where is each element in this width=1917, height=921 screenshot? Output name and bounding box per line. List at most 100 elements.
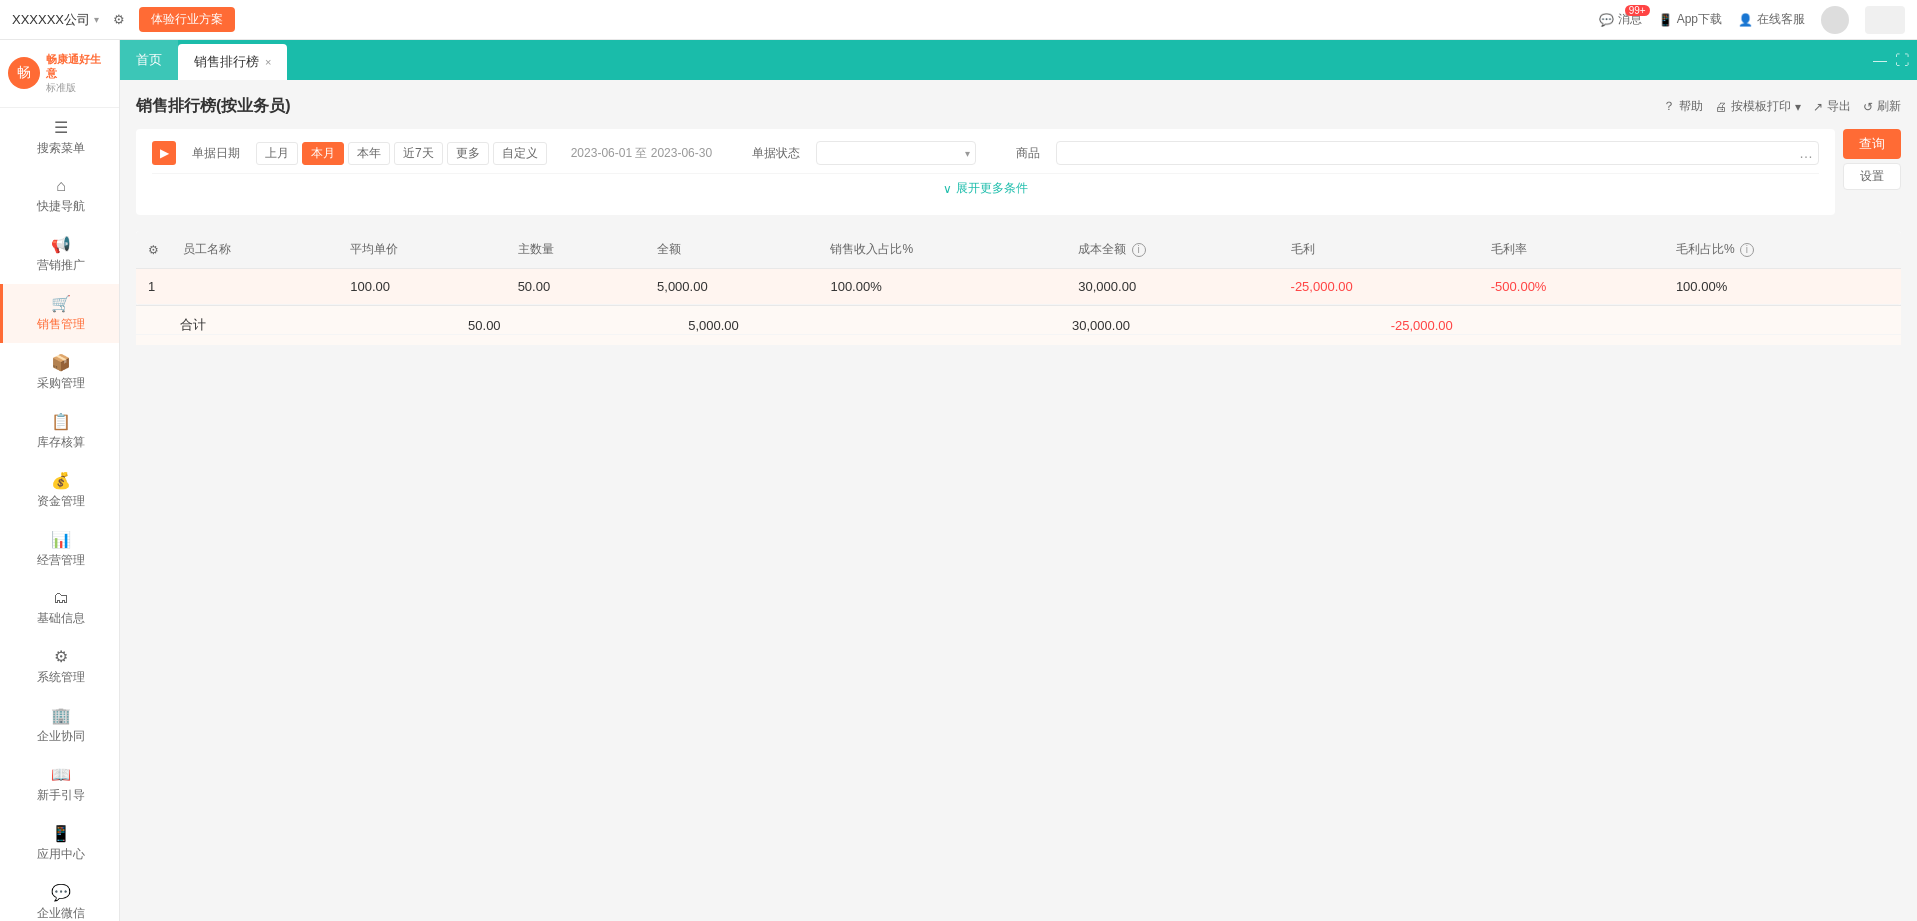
print-button[interactable]: 🖨 按模板打印 ▾ <box>1715 98 1801 115</box>
tab-sales-ranking[interactable]: 销售排行榜 × <box>178 44 287 80</box>
gross-value: -25,000.00 <box>1291 279 1353 294</box>
operations-icon: 📊 <box>51 530 71 549</box>
filter-collapse-button[interactable]: ▶ <box>152 141 176 165</box>
export-button[interactable]: ↗ 导出 <box>1813 98 1851 115</box>
logo-line1: 畅康通好生意 <box>46 52 111 81</box>
total-sales-pct <box>967 316 1060 335</box>
app-download-label: App下载 <box>1677 11 1722 28</box>
tab-home[interactable]: 首页 <box>120 40 178 80</box>
table-row: 1 100.00 50.00 5,000.00 100.00% 30,000.0… <box>136 269 1901 305</box>
finance-icon: 💰 <box>51 471 71 490</box>
sidebar-item-system[interactable]: ⚙ 系统管理 <box>0 637 119 696</box>
date-btn-this-year[interactable]: 本年 <box>348 142 390 165</box>
print-icon: 🖨 <box>1715 100 1727 114</box>
company-selector[interactable]: XXXXXX公司 ▾ <box>12 11 99 29</box>
system-icon: ⚙ <box>54 647 68 666</box>
sidebar-item-label-app: 应用中心 <box>37 846 85 863</box>
expand-more-label: 展开更多条件 <box>956 180 1028 197</box>
avg-price-value: 100.00 <box>350 279 390 294</box>
rank-value: 1 <box>148 279 155 294</box>
status-select-wrap: ▾ <box>816 141 976 165</box>
sidebar-item-sales[interactable]: 🛒 销售管理 <box>0 284 119 343</box>
cell-main-qty: 50.00 <box>506 269 645 305</box>
message-button[interactable]: 💬 消息 99+ <box>1599 11 1642 28</box>
th-name: 员工名称 <box>171 231 338 269</box>
main-layout: 畅 畅康通好生意 标准版 ☰ 搜索菜单 ⌂ 快捷导航 📢 营销推广 🛒 销售管理… <box>0 40 1917 921</box>
sidebar-item-app-center[interactable]: 📱 应用中心 <box>0 814 119 873</box>
marketing-icon: 📢 <box>51 235 71 254</box>
settings-icon[interactable]: ⚙ <box>107 8 131 32</box>
online-service-button[interactable]: 👤 在线客服 <box>1738 11 1805 28</box>
total-gross-pct <box>1808 316 1901 335</box>
page-title: 销售排行榜(按业务员) <box>136 96 291 117</box>
sidebar-item-label-finance: 资金管理 <box>37 493 85 510</box>
total-table-row: 合计 50.00 5,000.00 30,000.00 -25,000.00 <box>136 316 1901 335</box>
sidebar-item-quick-nav[interactable]: ⌂ 快捷导航 <box>0 167 119 225</box>
date-btn-last-month[interactable]: 上月 <box>256 142 298 165</box>
tab-minimize-icon[interactable]: — <box>1873 52 1887 68</box>
th-main-qty-label: 主数量 <box>518 242 554 256</box>
filter-row-1: ▶ 单据日期 上月 本月 本年 近7天 更多 自定义 2023-06-01 至 … <box>152 141 1819 165</box>
date-btn-7days[interactable]: 近7天 <box>394 142 443 165</box>
expand-chevron-icon: ∨ <box>943 182 952 196</box>
total-gross-value: -25,000.00 <box>1391 318 1453 333</box>
trial-button[interactable]: 体验行业方案 <box>139 7 235 32</box>
total-amount-value: 5,000.00 <box>688 318 739 333</box>
cost-info-icon[interactable]: i <box>1132 243 1146 257</box>
sidebar-item-guide[interactable]: 📖 新手引导 <box>0 755 119 814</box>
total-gross-rate <box>1714 316 1807 335</box>
setting-button[interactable]: 设置 <box>1843 163 1901 190</box>
sidebar-item-operations[interactable]: 📊 经营管理 <box>0 520 119 579</box>
app-center-icon: 📱 <box>51 824 71 843</box>
sidebar-item-enterprise[interactable]: 🏢 企业协同 <box>0 696 119 755</box>
sidebar-item-finance[interactable]: 💰 资金管理 <box>0 461 119 520</box>
th-cost: 成本全额 i <box>1066 231 1278 269</box>
user-name-area[interactable] <box>1865 6 1905 34</box>
sidebar-item-label-enterprise: 企业协同 <box>37 728 85 745</box>
sidebar-item-search-orders[interactable]: ☰ 搜索菜单 <box>0 108 119 167</box>
status-select[interactable] <box>816 141 976 165</box>
date-label: 单据日期 <box>192 145 240 162</box>
gross-pct-value: 100.00% <box>1676 279 1727 294</box>
filter-panel: ▶ 单据日期 上月 本月 本年 近7天 更多 自定义 2023-06-01 至 … <box>136 129 1835 215</box>
sidebar-item-label-search: 搜索菜单 <box>37 140 85 157</box>
enterprise-icon: 🏢 <box>51 706 71 725</box>
logo-sub: 标准版 <box>46 81 111 95</box>
tab-close-icon[interactable]: × <box>265 56 271 68</box>
gross-pct-info-icon[interactable]: i <box>1740 243 1754 257</box>
help-button[interactable]: ？ 帮助 <box>1663 98 1703 115</box>
app-icon: 📱 <box>1658 13 1673 27</box>
th-amount-label: 全额 <box>657 242 681 256</box>
goods-ellipsis[interactable]: … <box>1799 145 1813 161</box>
date-buttons: 上月 本月 本年 近7天 更多 自定义 <box>256 142 547 165</box>
online-service-label: 在线客服 <box>1757 11 1805 28</box>
sidebar-item-inventory[interactable]: 📋 库存核算 <box>0 402 119 461</box>
avatar[interactable] <box>1821 6 1849 34</box>
top-bar: XXXXXX公司 ▾ ⚙ 体验行业方案 💬 消息 99+ 📱 App下载 👤 在… <box>0 0 1917 40</box>
expand-more-button[interactable]: ∨ 展开更多条件 <box>152 173 1819 203</box>
date-btn-this-month[interactable]: 本月 <box>302 142 344 165</box>
sidebar-item-marketing[interactable]: 📢 营销推广 <box>0 225 119 284</box>
cost-value: 30,000.00 <box>1078 279 1136 294</box>
chevron-down-icon: ▾ <box>94 14 99 25</box>
goods-input[interactable] <box>1056 141 1819 165</box>
sidebar-item-wechat[interactable]: 💬 企业微信 <box>0 873 119 921</box>
date-btn-custom[interactable]: 自定义 <box>493 142 547 165</box>
refresh-button[interactable]: ↺ 刷新 <box>1863 98 1901 115</box>
sidebar: 畅 畅康通好生意 标准版 ☰ 搜索菜单 ⌂ 快捷导航 📢 营销推广 🛒 销售管理… <box>0 40 120 921</box>
app-download-button[interactable]: 📱 App下载 <box>1658 11 1722 28</box>
th-main-qty: 主数量 <box>506 231 645 269</box>
query-button[interactable]: 查询 <box>1843 129 1901 159</box>
date-btn-more[interactable]: 更多 <box>447 142 489 165</box>
service-icon: 👤 <box>1738 13 1753 27</box>
quick-nav-icon: ⌂ <box>56 177 66 195</box>
tab-expand-icon[interactable]: ⛶ <box>1895 52 1909 68</box>
sidebar-item-basic-info[interactable]: 🗂 基础信息 <box>0 579 119 637</box>
th-avg-price: 平均单价 <box>338 231 505 269</box>
tab-sales-ranking-label: 销售排行榜 <box>194 53 259 71</box>
sidebar-item-purchase[interactable]: 📦 采购管理 <box>0 343 119 402</box>
sidebar-item-label-sales: 销售管理 <box>37 316 85 333</box>
cell-cost: 30,000.00 <box>1066 269 1278 305</box>
date-range: 2023-06-01 至 2023-06-30 <box>571 145 712 162</box>
refresh-label: 刷新 <box>1877 98 1901 115</box>
